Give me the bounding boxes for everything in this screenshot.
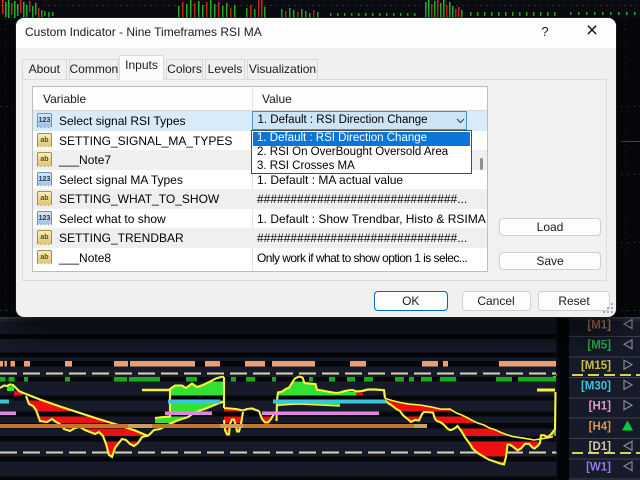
svg-text:[M15]: [M15] <box>581 360 611 372</box>
svg-text:[M30]: [M30] <box>581 381 611 393</box>
svg-text:[H4]: [H4] <box>589 421 612 433</box>
svg-text:[W1]: [W1] <box>586 462 611 474</box>
svg-text:[M5]: [M5] <box>587 340 611 352</box>
svg-text:[D1]: [D1] <box>589 441 612 453</box>
svg-text:[M1]: [M1] <box>587 320 611 332</box>
svg-text:[H1]: [H1] <box>589 401 612 413</box>
